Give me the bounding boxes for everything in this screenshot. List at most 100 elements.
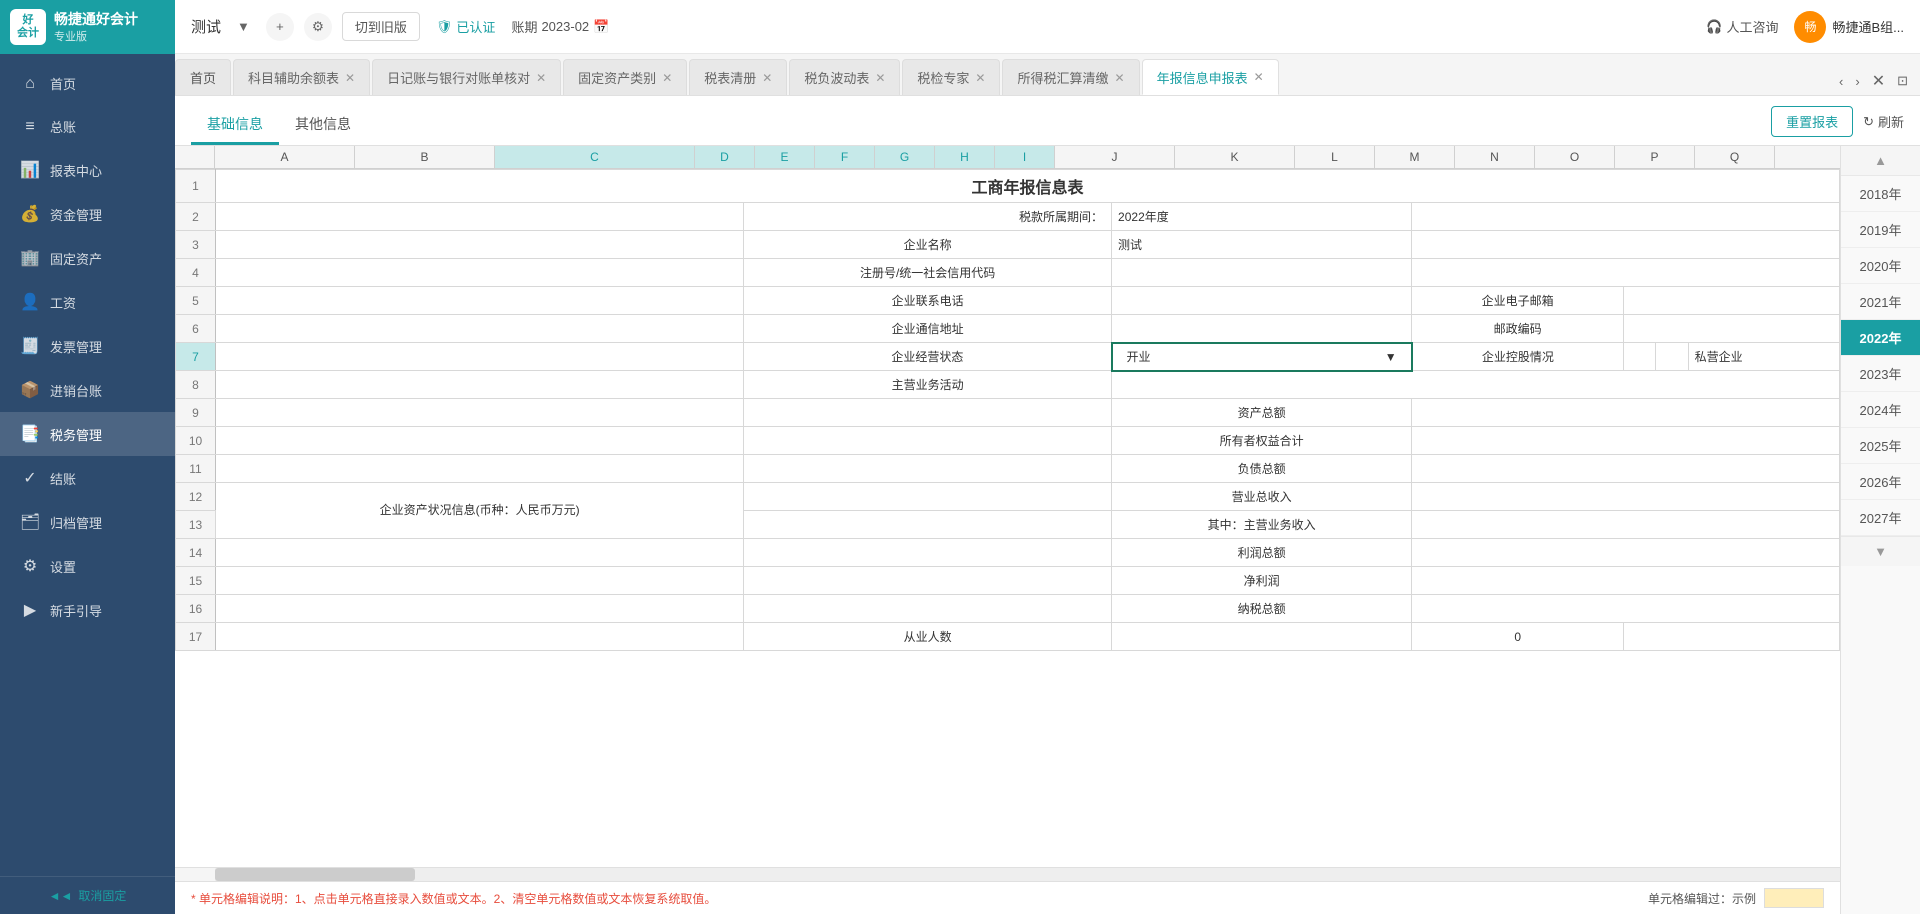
cell-15-c[interactable]: 净利润 (1112, 567, 1412, 595)
switch-version-button[interactable]: 切到旧版 (342, 12, 420, 41)
cell-5-j[interactable]: 企业电子邮箱 (1412, 287, 1624, 315)
reset-report-button[interactable]: 重置报表 (1771, 106, 1853, 137)
year-item-2025[interactable]: 2025年 (1841, 428, 1920, 464)
sidebar-item-stock[interactable]: 📦 进销台账 (0, 368, 175, 412)
cell-10-a[interactable] (216, 427, 744, 455)
tab-home[interactable]: 首页 (175, 59, 231, 95)
year-item-2022[interactable]: 2022年 (1841, 320, 1920, 356)
cell-3-a[interactable] (216, 231, 744, 259)
sidebar-item-wages[interactable]: 👤 工资 (0, 280, 175, 324)
cell-12-a[interactable]: 企业资产状况信息(币种：人民币万元) (216, 483, 744, 539)
tab-tax-form-close[interactable]: ✕ (762, 71, 772, 85)
tab-fixed-asset-type-close[interactable]: ✕ (662, 71, 672, 85)
cell-11-c[interactable]: 负债总额 (1112, 455, 1412, 483)
year-scroll-down-button[interactable]: ▼ (1841, 536, 1920, 566)
cell-4-a[interactable] (216, 259, 744, 287)
tab-annual-report[interactable]: 年报信息申报表 ✕ (1142, 59, 1279, 95)
sidebar-item-home[interactable]: ⌂ 首页 (0, 62, 175, 105)
tab-tax-wave-close[interactable]: ✕ (875, 71, 885, 85)
sidebar-collapse-button[interactable]: ◄◄ 取消固定 (0, 876, 175, 914)
subtab-basic[interactable]: 基础信息 (191, 106, 279, 145)
settings-button[interactable]: ⚙ (304, 13, 332, 41)
cell-11-b[interactable] (744, 455, 1112, 483)
cell-8-c[interactable] (1112, 371, 1840, 399)
cell-11-a[interactable] (216, 455, 744, 483)
cell-9-b[interactable] (744, 399, 1112, 427)
title-cell[interactable]: 工商年报信息表 (216, 170, 1840, 203)
sidebar-item-close[interactable]: ✓ 结账 (0, 456, 175, 500)
cell-7-j[interactable]: 企业控股情况 (1412, 343, 1624, 371)
cell-3-c[interactable]: 测试 (1112, 231, 1412, 259)
user-menu[interactable]: 畅 畅捷通B组... (1794, 11, 1904, 43)
cell-17-l[interactable] (1624, 623, 1840, 651)
cell-16-c[interactable]: 纳税总额 (1112, 595, 1412, 623)
cell-6-c[interactable] (1112, 315, 1412, 343)
cell-5-l[interactable] (1624, 287, 1840, 315)
sidebar-item-settings[interactable]: ⚙ 设置 (0, 544, 175, 588)
year-scroll-up-button[interactable]: ▲ (1841, 146, 1920, 176)
year-item-2024[interactable]: 2024年 (1841, 392, 1920, 428)
tab-bank-close[interactable]: ✕ (536, 71, 546, 85)
tab-expand-icon[interactable]: ⊡ (1893, 69, 1912, 93)
tab-aux[interactable]: 科目辅助余额表 ✕ (233, 59, 370, 95)
sidebar-item-report[interactable]: 📊 报表中心 (0, 148, 175, 192)
cell-10-c[interactable]: 所有者权益合计 (1112, 427, 1412, 455)
cell-7-b[interactable]: 企业经营状态 (744, 343, 1112, 371)
cell-4-j[interactable] (1412, 259, 1840, 287)
tab-prev-arrow[interactable]: ‹ (1835, 70, 1847, 93)
cell-16-a[interactable] (216, 595, 744, 623)
sidebar-item-invoice[interactable]: 🧾 发票管理 (0, 324, 175, 368)
cell-15-j[interactable] (1412, 567, 1840, 595)
sidebar-item-guide[interactable]: ▶ 新手引导 (0, 588, 175, 632)
tab-income-tax[interactable]: 所得税汇算清缴 ✕ (1002, 59, 1139, 95)
cell-16-j[interactable] (1412, 595, 1840, 623)
cell-11-j[interactable] (1412, 455, 1840, 483)
tab-annual-report-close[interactable]: ✕ (1254, 70, 1264, 84)
cell-6-a[interactable] (216, 315, 744, 343)
sidebar-item-fixed-asset[interactable]: 🏢 固定资产 (0, 236, 175, 280)
tab-bank[interactable]: 日记账与银行对账单核对 ✕ (372, 59, 561, 95)
cell-10-b[interactable] (744, 427, 1112, 455)
cell-13-b[interactable] (744, 511, 1112, 539)
year-item-2019[interactable]: 2019年 (1841, 212, 1920, 248)
tab-tax-wave[interactable]: 税负波动表 ✕ (789, 59, 900, 95)
tab-next-arrow[interactable]: › (1851, 70, 1863, 93)
tab-tax-form[interactable]: 税表清册 ✕ (689, 59, 787, 95)
year-item-2020[interactable]: 2020年 (1841, 248, 1920, 284)
cell-2-b[interactable]: 税款所属期间： (744, 203, 1112, 231)
year-item-2023[interactable]: 2023年 (1841, 356, 1920, 392)
tab-fixed-asset-type[interactable]: 固定资产类别 ✕ (563, 59, 687, 95)
refresh-button[interactable]: ↻ 刷新 (1863, 106, 1904, 137)
cell-4-b[interactable]: 注册号/统一社会信用代码 (744, 259, 1112, 287)
cell-17-a[interactable] (216, 623, 744, 651)
cell-3-b[interactable]: 企业名称 (744, 231, 1112, 259)
cell-9-c[interactable]: 资产总额 (1112, 399, 1412, 427)
cell-6-b[interactable]: 企业通信地址 (744, 315, 1112, 343)
cell-6-l[interactable] (1624, 315, 1840, 343)
cell-10-j[interactable] (1412, 427, 1840, 455)
cell-12-c[interactable]: 营业总收入 (1112, 483, 1412, 511)
cell-7-a[interactable] (216, 343, 744, 371)
add-button[interactable]: + (266, 13, 294, 41)
cell-13-j[interactable] (1412, 511, 1840, 539)
year-item-2026[interactable]: 2026年 (1841, 464, 1920, 500)
tab-income-tax-close[interactable]: ✕ (1115, 71, 1125, 85)
dropdown-cell[interactable]: 开业 ▼ (1119, 348, 1405, 365)
cell-2-c[interactable]: 2022年度 (1112, 203, 1412, 231)
cell-2-j[interactable] (1412, 203, 1840, 231)
horizontal-scrollbar[interactable] (175, 867, 1840, 881)
year-item-2021[interactable]: 2021年 (1841, 284, 1920, 320)
cell-16-b[interactable] (744, 595, 1112, 623)
scroll-thumb[interactable] (215, 868, 415, 881)
cell-15-b[interactable] (744, 567, 1112, 595)
cell-8-b[interactable]: 主营业务活动 (744, 371, 1112, 399)
cell-14-j[interactable] (1412, 539, 1840, 567)
tab-tax-expert[interactable]: 税检专家 ✕ (902, 59, 1000, 95)
year-item-2027[interactable]: 2027年 (1841, 500, 1920, 536)
tab-tax-expert-close[interactable]: ✕ (975, 71, 985, 85)
cell-14-b[interactable] (744, 539, 1112, 567)
cell-17-b[interactable]: 从业人数 (744, 623, 1112, 651)
sidebar-item-tax[interactable]: 📑 税务管理 (0, 412, 175, 456)
dropdown-arrow-icon[interactable]: ▼ (1385, 350, 1397, 364)
subtab-other[interactable]: 其他信息 (279, 106, 367, 145)
